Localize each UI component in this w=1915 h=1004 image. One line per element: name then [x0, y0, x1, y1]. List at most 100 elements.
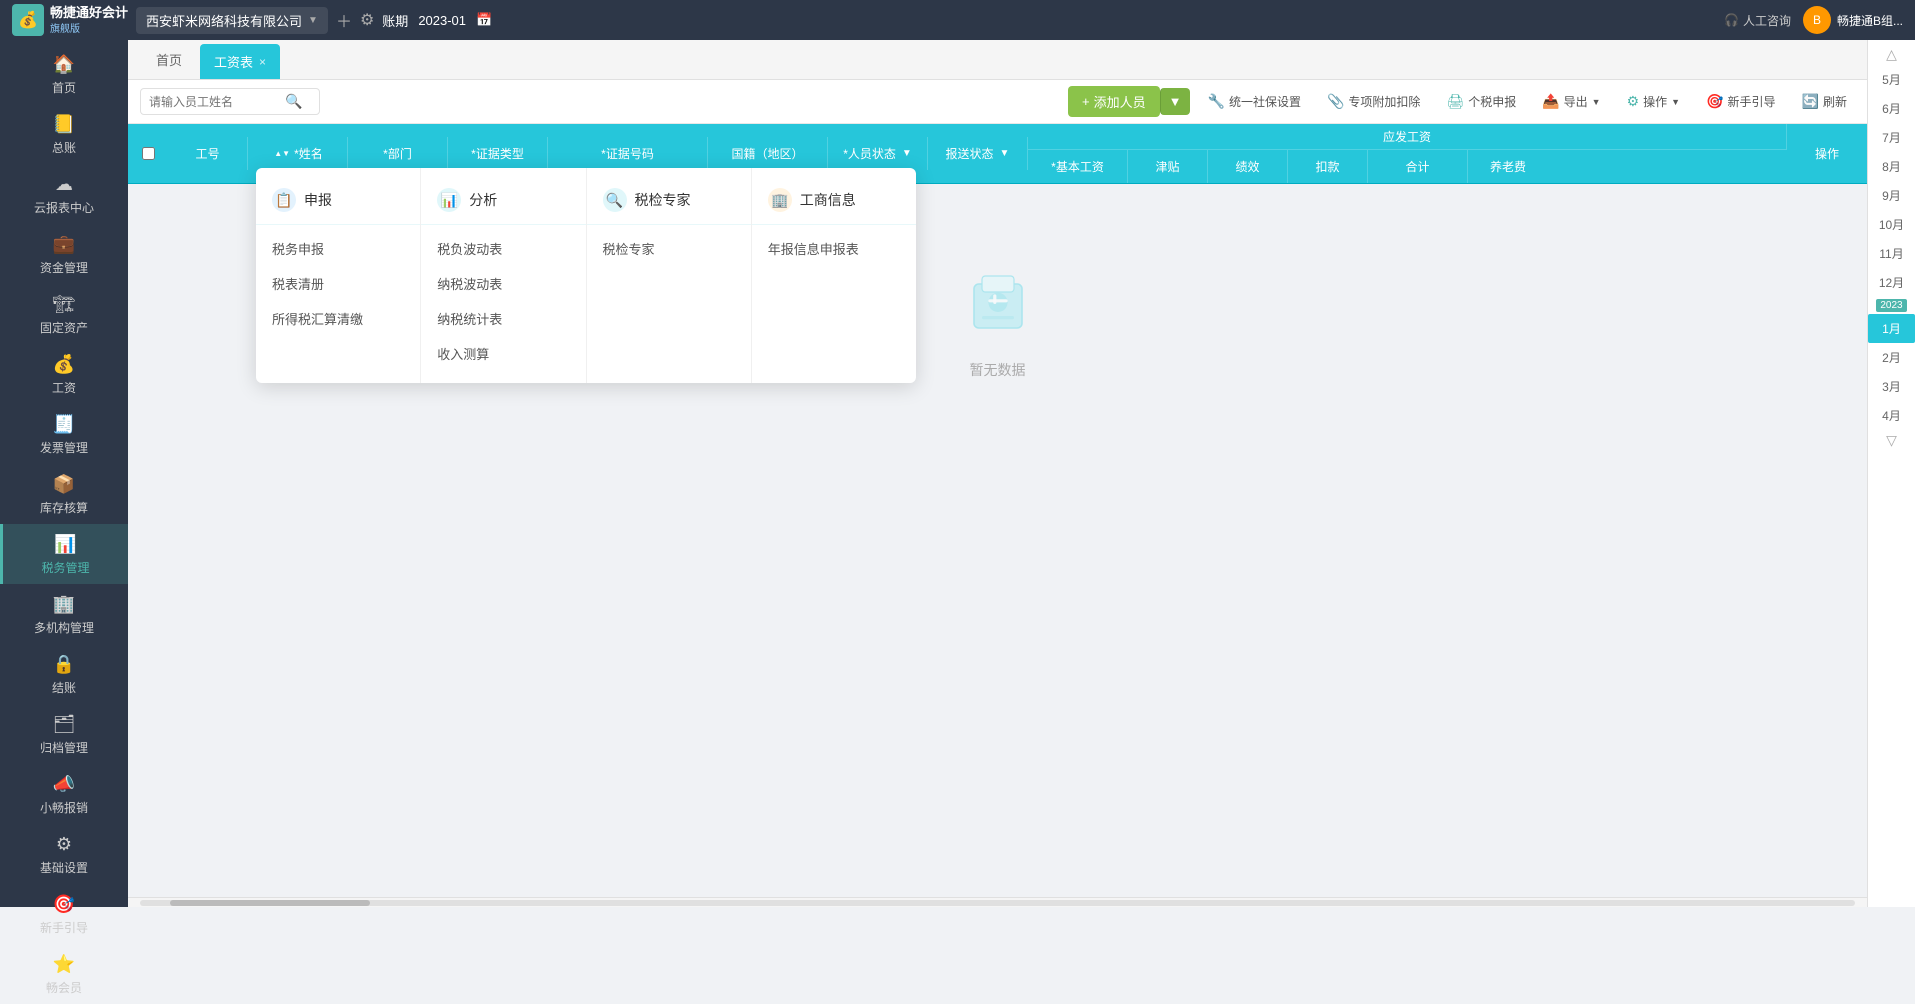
sidebar-item-invoice[interactable]: 🧾 发票管理	[0, 404, 128, 464]
settings-sidebar-icon: ⚙	[56, 834, 72, 855]
sidebar-item-marketing[interactable]: 📣 小畅报销	[0, 764, 128, 824]
dropdown-item-tax-fluctuation[interactable]: 税负波动表	[421, 231, 585, 266]
sort-name-icon[interactable]: ▲▼	[274, 150, 290, 158]
tax-expert-header-icon: 🔍	[603, 188, 627, 212]
calendar-month-2[interactable]: 2月	[1868, 343, 1915, 372]
customer-service-btn[interactable]: 🎧 人工咨询	[1724, 12, 1791, 29]
calendar-month-4[interactable]: 4月	[1868, 401, 1915, 430]
calendar-month-8[interactable]: 8月	[1868, 152, 1915, 181]
declaration-header-icon: 📋	[272, 188, 296, 212]
home-icon: 🏠	[53, 54, 75, 75]
scrollbar-thumb[interactable]	[170, 900, 370, 906]
sidebar-item-salary[interactable]: 💰 工资	[0, 344, 128, 404]
sidebar-item-ledger[interactable]: 📒 总账	[0, 104, 128, 164]
dropdown-item-income-tax[interactable]: 所得税汇算清缴	[256, 301, 420, 336]
multi-org-icon: 🏢	[53, 594, 75, 615]
search-input[interactable]	[149, 95, 279, 109]
dropdown-header-business: 🏢 工商信息	[752, 180, 916, 225]
calendar-scroll-down[interactable]: ▽	[1868, 430, 1915, 451]
checkbox-all[interactable]	[142, 147, 155, 160]
scrollbar-track[interactable]	[140, 900, 1855, 906]
select-all-checkbox[interactable]	[128, 147, 168, 160]
sidebar-item-tax[interactable]: 📊 税务管理	[0, 524, 128, 584]
col-header-action: 操作	[1787, 137, 1867, 170]
salary-group-header: 应发工资 *基本工资 津贴 绩效	[1028, 124, 1787, 183]
company-dropdown-arrow: ▼	[308, 15, 318, 26]
avatar: B	[1803, 6, 1831, 34]
calendar-month-1[interactable]: 1月	[1868, 314, 1915, 343]
salary-sub-headers: *基本工资 津贴 绩效 扣款 合	[1028, 150, 1787, 183]
sidebar-item-archive[interactable]: 🗂 归档管理	[0, 704, 128, 764]
calendar-scroll-up[interactable]: △	[1868, 44, 1915, 65]
calendar-month-12[interactable]: 12月	[1868, 268, 1915, 297]
tab-bar: 首页 工资表 ×	[128, 40, 1867, 80]
accounting-period: 账期 2023-01 📅	[382, 11, 492, 30]
scrollbar-area	[128, 897, 1867, 907]
sidebar-item-member[interactable]: ⭐ 畅会员	[0, 944, 128, 1004]
social-insurance-btn[interactable]: 🔧 统一社保设置	[1200, 89, 1309, 114]
operation-dropdown-arrow: ▼	[1671, 97, 1680, 107]
content-area: 首页 工资表 × 🔍 + 添加人员	[128, 40, 1867, 907]
guide-btn[interactable]: 🎯 新手引导	[1698, 89, 1783, 114]
company-name: 西安虾米网络科技有限公司	[146, 11, 302, 30]
closing-icon: 🔒	[53, 654, 75, 675]
export-btn[interactable]: 📤 导出 ▼	[1534, 89, 1608, 114]
app-subtitle: 旗舰版	[50, 20, 128, 35]
add-person-btn[interactable]: + 添加人员	[1068, 86, 1160, 117]
tab-close-btn[interactable]: ×	[259, 55, 266, 69]
dropdown-item-income-estimate[interactable]: 收入测算	[421, 336, 585, 371]
dropdown-item-tax-table[interactable]: 税表清册	[256, 266, 420, 301]
col-header-id: 工号	[168, 137, 248, 170]
add-person-dropdown-btn[interactable]: ▼	[1160, 88, 1190, 115]
dropdown-header-declaration: 📋 申报	[256, 180, 420, 225]
inventory-icon: 📦	[53, 474, 75, 495]
add-company-btn[interactable]: ＋	[336, 8, 352, 32]
sidebar-item-settings[interactable]: ⚙ 基础设置	[0, 824, 128, 884]
sidebar-item-home[interactable]: 🏠 首页	[0, 44, 128, 104]
app-title: 畅捷通好会计	[50, 5, 128, 21]
calendar-month-11[interactable]: 11月	[1868, 239, 1915, 268]
tax-declaration-btn[interactable]: 🖨 个税申报	[1438, 89, 1524, 114]
special-deduction-btn[interactable]: 📎 专项附加扣除	[1319, 89, 1428, 114]
tab-salary-table[interactable]: 工资表 ×	[200, 44, 280, 79]
calendar-month-10[interactable]: 10月	[1868, 210, 1915, 239]
calendar-month-5[interactable]: 5月	[1868, 65, 1915, 94]
social-insurance-icon: 🔧	[1208, 93, 1225, 110]
calendar-icon[interactable]: 📅	[476, 12, 492, 28]
top-bar: 💰 畅捷通好会计 旗舰版 西安虾米网络科技有限公司 ▼ ＋ ⚙ 账期 2023-…	[0, 0, 1915, 40]
dropdown-header-analysis: 📊 分析	[421, 180, 585, 225]
calendar-month-6[interactable]: 6月	[1868, 94, 1915, 123]
status-filter-icon[interactable]: ▼	[902, 148, 912, 159]
tab-home[interactable]: 首页	[140, 42, 198, 79]
empty-text: 暂无数据	[970, 360, 1026, 380]
sidebar-item-fund[interactable]: 💼 资金管理	[0, 224, 128, 284]
sidebar-item-inventory[interactable]: 📦 库存核算	[0, 464, 128, 524]
operation-btn[interactable]: ⚙ 操作 ▼	[1619, 89, 1689, 114]
sidebar-item-multi-org[interactable]: 🏢 多机构管理	[0, 584, 128, 644]
dropdown-item-tax-expert[interactable]: 税检专家	[587, 231, 751, 266]
member-icon: ⭐	[53, 954, 75, 975]
settings-icon[interactable]: ⚙	[360, 10, 374, 30]
sidebar-item-assets[interactable]: 🏗 固定资产	[0, 284, 128, 344]
empty-illustration	[958, 264, 1038, 344]
calendar-month-3[interactable]: 3月	[1868, 372, 1915, 401]
dropdown-item-tax-payment-fluctuation[interactable]: 纳税波动表	[421, 266, 585, 301]
dropdown-item-annual-report[interactable]: 年报信息申报表	[752, 231, 916, 266]
top-bar-right: 🎧 人工咨询 B 畅捷通B组...	[1724, 6, 1903, 34]
calendar-month-9[interactable]: 9月	[1868, 181, 1915, 210]
col-header-deduct: 扣款	[1288, 150, 1368, 183]
calendar-month-7[interactable]: 7月	[1868, 123, 1915, 152]
search-icon[interactable]: 🔍	[285, 93, 302, 110]
col-header-perf: 绩效	[1208, 150, 1288, 183]
main-layout: 🏠 首页 📒 总账 ☁ 云报表中心 💼 资金管理 🏗 固定资产 💰 工资 🧾 发…	[0, 40, 1915, 907]
right-sidebar: △ 5月 6月 7月 8月 9月 10月 11月 12月 2023 1月 2月 …	[1867, 40, 1915, 907]
sidebar-item-cloud-report[interactable]: ☁ 云报表中心	[0, 164, 128, 224]
company-selector[interactable]: 西安虾米网络科技有限公司 ▼	[136, 7, 328, 34]
dropdown-item-tax-stats[interactable]: 纳税统计表	[421, 301, 585, 336]
sidebar-item-guide[interactable]: 🎯 新手引导	[0, 884, 128, 944]
user-info[interactable]: B 畅捷通B组...	[1803, 6, 1903, 34]
sidebar-item-closing[interactable]: 🔒 结账	[0, 644, 128, 704]
dropdown-item-tax-declaration[interactable]: 税务申报	[256, 231, 420, 266]
refresh-btn[interactable]: 🔄 刷新	[1794, 89, 1855, 114]
report-filter-icon[interactable]: ▼	[1000, 148, 1010, 159]
